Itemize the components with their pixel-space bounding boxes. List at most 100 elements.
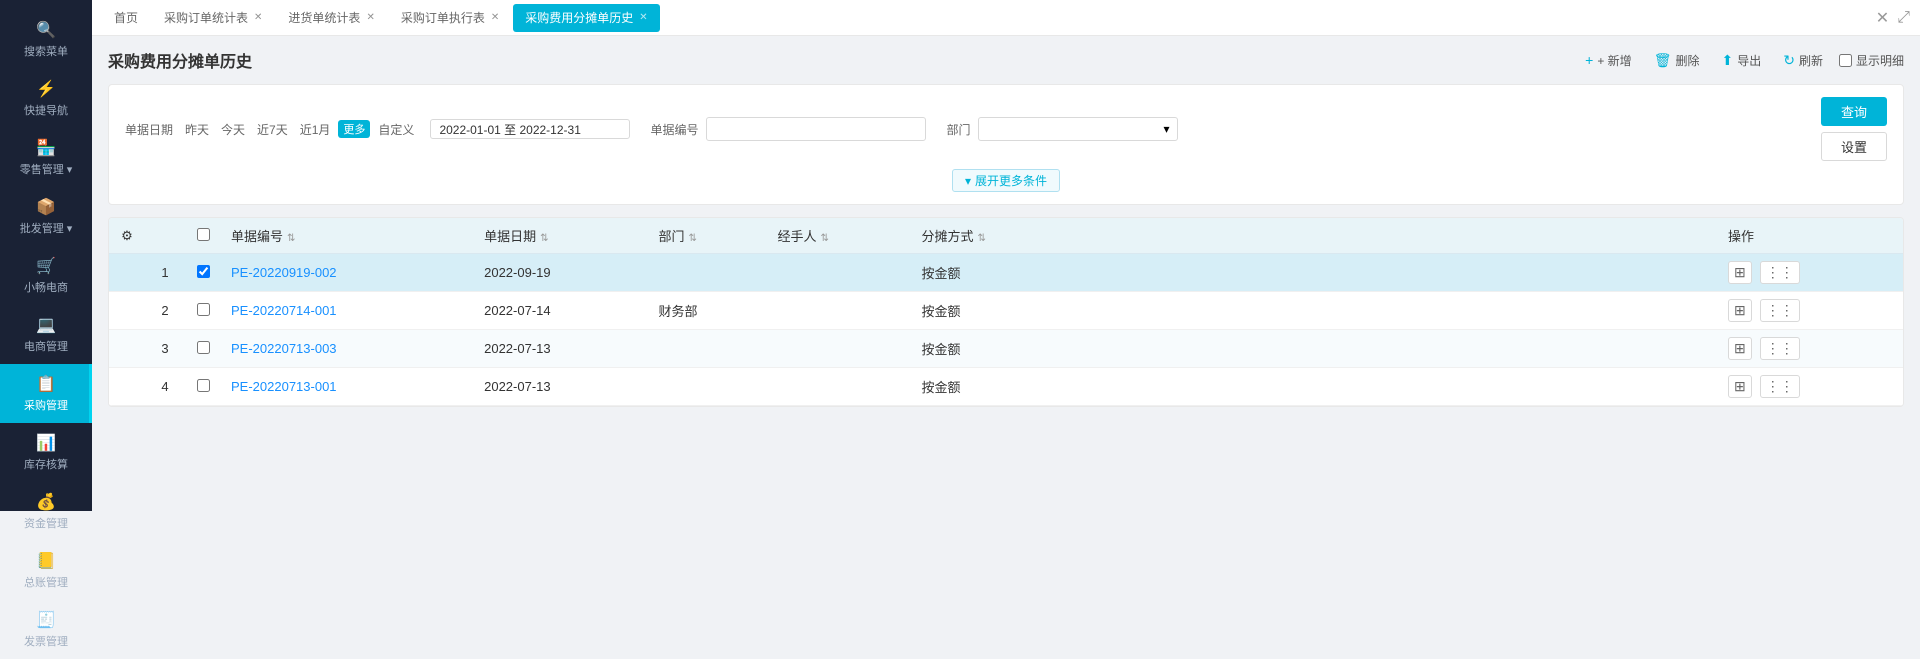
tab-采购费用分摊单历史[interactable]: 采购费用分摊单历史 ✕ [513,4,659,32]
row-doc-date: 2022-07-13 [474,330,648,368]
table-body: 1 PE-20220919-002 2022-09-19 按金额 ⊞ ⋮⋮ 2 … [109,254,1903,406]
tab-close-icon[interactable]: ✕ [491,12,499,23]
date-label: 单据日期 [125,121,173,138]
menu-icon: 📋 [5,374,87,394]
dept-select[interactable]: ▾ [978,117,1178,141]
sidebar-item-零售管理[interactable]: 🏪零售管理 ▾ [0,128,92,187]
col-doc-date: 单据日期⇅ [474,218,648,254]
action-view-icon[interactable]: ⊞ [1728,337,1752,360]
action-view-icon[interactable]: ⊞ [1728,375,1752,398]
close-icon[interactable]: ✕ [1876,8,1889,28]
tab-采购订单统计表[interactable]: 采购订单统计表 ✕ [152,4,274,32]
doc-no-link[interactable]: PE-20220714-001 [231,303,337,318]
sidebar-item-发票管理[interactable]: 🧾发票管理 [0,600,92,659]
row-checkbox[interactable] [197,303,210,316]
sidebar-item-label: 库存核算 [5,456,87,472]
date-range-input[interactable] [430,119,630,139]
col-doc-no: 单据编号⇅ [221,218,474,254]
delete-button[interactable]: 🗑 删除 [1648,49,1706,72]
tab-label: 进货单统计表 [288,9,360,26]
action-more-icon[interactable]: ⋮⋮ [1760,299,1800,322]
date-shortcuts: 昨天 今天 近7天 近1月 更多 自定义 [181,120,418,139]
shortcut-custom[interactable]: 自定义 [374,120,418,139]
dept-label: 部门 [946,121,970,138]
toolbar: + + 新增 🗑 删除 ⬆ 导出 ↻ 刷新 显示明细 [1579,49,1904,72]
menu-icon: 🛒 [5,256,87,276]
sidebar: 🔍搜索菜单⚡快捷导航🏪零售管理 ▾📦批发管理 ▾ 🛒 小畅电商 💻电商管理 📋 采购管理 📊… [0,0,92,511]
tab-close-icon[interactable]: ✕ [639,12,647,23]
sidebar-item-库存核算[interactable]: 📊库存核算 [0,423,92,482]
gear-icon[interactable]: ⚙ [121,228,133,243]
sidebar-item-label: 采购管理 [5,397,87,413]
sort-icon-split-type: ⇅ [977,233,985,244]
tab-label: 采购订单统计表 [164,9,248,26]
sidebar-item-搜索菜单[interactable]: 🔍搜索菜单 [0,10,92,69]
sort-icon-doc-date: ⇅ [540,233,548,244]
row-checkbox[interactable] [197,265,210,278]
refresh-button[interactable]: ↻ 刷新 [1777,49,1829,72]
expand-more-button[interactable]: ▾ 展开更多条件 [952,169,1060,192]
row-handler [768,254,912,292]
refresh-icon: ↻ [1783,52,1795,69]
menu-icon: 📦 [5,197,87,217]
delete-icon: 🗑 [1654,52,1672,69]
tab-首页[interactable]: 首页 [102,4,150,32]
shortcut-1month[interactable]: 近1月 [296,120,335,139]
tab-label: 采购费用分摊单历史 [525,9,633,26]
sidebar-item-批发管理[interactable]: 📦批发管理 ▾ [0,187,92,246]
action-view-icon[interactable]: ⊞ [1728,261,1752,284]
show-col-checkbox[interactable]: 显示明细 [1839,52,1904,69]
doc-no-link[interactable]: PE-20220713-001 [231,379,337,394]
table-row: 1 PE-20220919-002 2022-09-19 按金额 ⊞ ⋮⋮ [109,254,1903,292]
action-more-icon[interactable]: ⋮⋮ [1760,261,1800,284]
tab-进货单统计表[interactable]: 进货单统计表 ✕ [276,4,386,32]
export-button[interactable]: ⬆ 导出 [1715,49,1767,72]
sidebar-item-小畅电商[interactable]: 🛒 小畅电商 [0,246,92,305]
dept-filter: 部门 ▾ [946,117,1178,141]
menu-icon: 🔍 [5,20,87,40]
sidebar-item-总账管理[interactable]: 📒总账管理 [0,541,92,600]
tab-采购订单执行表[interactable]: 采购订单执行表✕ [389,4,511,32]
sidebar-item-label: 电商管理 [5,338,87,354]
sidebar-item-采购管理[interactable]: 📋 采购管理 [0,364,92,423]
col-handler: 经手人⇅ [768,218,912,254]
add-button[interactable]: + + 新增 [1579,49,1638,72]
settings-button[interactable]: 设置 [1821,132,1887,161]
table-header-row: ⚙ 单据编号⇅ 单据日期⇅ 部门⇅ [109,218,1903,254]
shortcut-7days[interactable]: 近7天 [253,120,292,139]
expand-icon[interactable]: ⤢ [1897,9,1910,27]
row-gear-cell [109,330,145,368]
shortcut-today[interactable]: 今天 [217,120,249,139]
search-button[interactable]: 查询 [1821,97,1887,126]
row-checkbox-cell [185,292,221,330]
sidebar-item-资金管理[interactable]: 💰资金管理 [0,482,92,541]
row-split-type: 按金额 [911,292,1718,330]
sidebar-item-快捷导航[interactable]: ⚡快捷导航 [0,69,92,128]
row-checkbox[interactable] [197,379,210,392]
doc-no-input[interactable] [706,117,926,141]
row-checkbox[interactable] [197,341,210,354]
menu-icon: 💰 [5,492,87,512]
shortcut-yesterday[interactable]: 昨天 [181,120,213,139]
doc-no-link[interactable]: PE-20220713-003 [231,341,337,356]
row-checkbox-cell [185,330,221,368]
row-split-type: 按金额 [911,254,1718,292]
tab-close-icon[interactable]: ✕ [254,12,262,23]
row-actions: ⊞ ⋮⋮ [1718,292,1903,330]
action-more-icon[interactable]: ⋮⋮ [1760,375,1800,398]
row-checkbox-cell [185,254,221,292]
main-area: 首页采购订单统计表✕进货单统计表✕采购订单执行表✕采购费用分摊单历史✕ ✕ ⤢ … [92,0,1920,511]
action-view-icon[interactable]: ⊞ [1728,299,1752,322]
doc-no-filter: 单据编号 [650,117,926,141]
filter-row: 单据日期 昨天 今天 近7天 近1月 更多 自定义 单据编号 [125,97,1887,161]
action-more-icon[interactable]: ⋮⋮ [1760,337,1800,360]
doc-no-link[interactable]: PE-20220919-002 [231,265,337,280]
sidebar-item-电商管理[interactable]: 💻电商管理 [0,305,92,364]
tab-close-icon[interactable]: ✕ [366,12,374,23]
select-all-checkbox[interactable] [197,228,210,241]
show-col-input[interactable] [1839,54,1852,67]
shortcut-more[interactable]: 更多 [338,120,370,138]
expand-more-row: ▾ 展开更多条件 [125,169,1887,192]
sidebar-item-label: 发票管理 [5,633,87,649]
sidebar-item-label: 小畅电商 [5,279,87,295]
